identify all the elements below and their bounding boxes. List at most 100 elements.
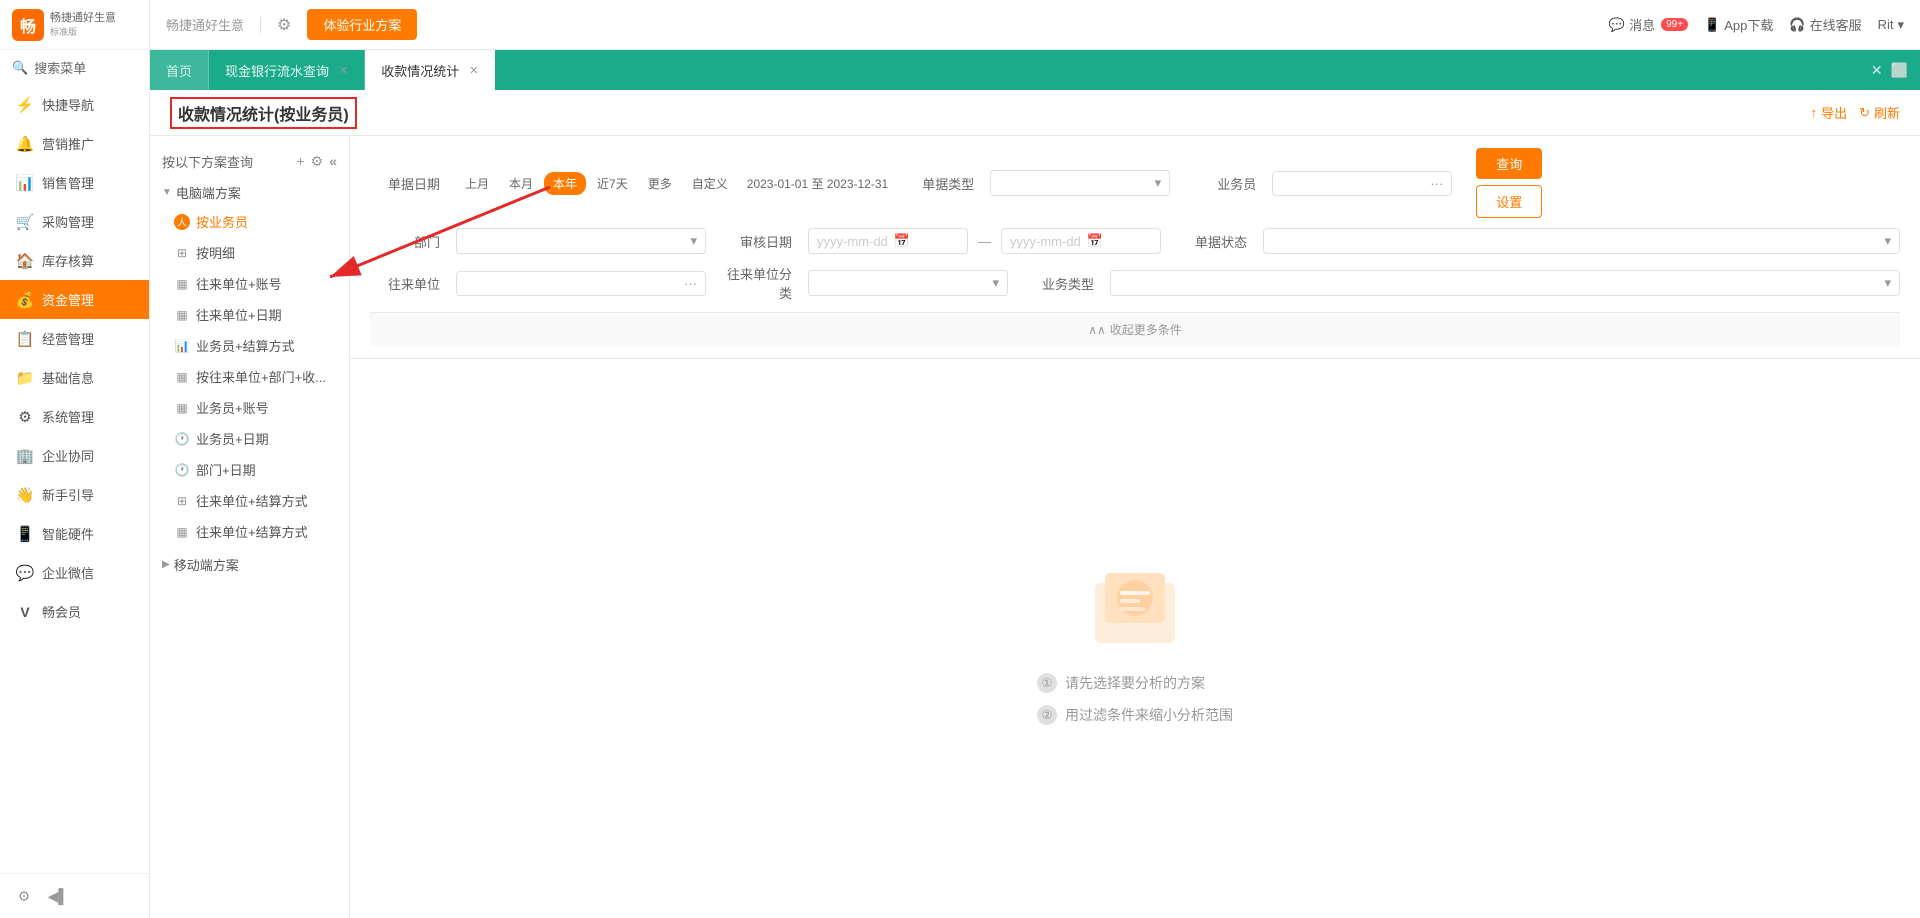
date-tab-7days[interactable]: 近7天 — [588, 172, 637, 195]
sidebar-item-guide[interactable]: 👋 新手引导 — [0, 475, 149, 514]
trial-btn[interactable]: 体验行业方案 — [307, 9, 417, 40]
date-tab-this-month[interactable]: 本月 — [500, 172, 542, 195]
scheme-item-dept-date[interactable]: 🕐 部门+日期 — [150, 454, 349, 485]
tab-bank-close[interactable]: ✕ — [339, 64, 348, 77]
scheme-item-salesman-date[interactable]: 🕐 业务员+日期 — [150, 423, 349, 454]
settings-btn[interactable]: 设置 — [1476, 185, 1542, 218]
clock-icon-2: 🕐 — [174, 462, 190, 478]
tab-collection-close[interactable]: ✕ — [469, 64, 478, 77]
collapse-sidebar-icon[interactable]: ◀▌ — [46, 884, 70, 908]
refresh-btn[interactable]: ↻ 刷新 — [1859, 103, 1900, 122]
message-btn[interactable]: 💬 消息 99+ — [1609, 15, 1688, 34]
salesman-input[interactable]: ··· — [1272, 171, 1452, 196]
settings-bottom-icon[interactable]: ⚙ — [12, 884, 36, 908]
date-tab-more[interactable]: 更多 — [639, 172, 681, 195]
sidebar-item-finance[interactable]: 💰 资金管理 — [0, 280, 149, 319]
scheme-item-partner-settlement-1[interactable]: ⊞ 往来单位+结算方式 — [150, 485, 349, 516]
review-date-to[interactable]: yyyy-mm-dd 📅 — [1001, 228, 1161, 254]
review-date-from[interactable]: yyyy-mm-dd 📅 — [808, 228, 968, 254]
biz-type-select[interactable]: ▾ — [1110, 270, 1900, 296]
sidebar-item-label: 经营管理 — [42, 329, 94, 348]
window-close-btn[interactable]: ✕ — [1871, 62, 1883, 79]
online-service-btn[interactable]: 🎧 在线客服 — [1789, 15, 1861, 34]
user-name: Rit — [1878, 17, 1894, 32]
collapse-panel-btn[interactable]: « — [329, 153, 337, 170]
partner-category-label: 往来单位分类 — [722, 264, 792, 302]
empty-hints: ① 请先选择要分析的方案 ② 用过滤条件来缩小分析范围 — [1037, 673, 1233, 725]
date-dash: — — [974, 234, 995, 249]
date-control: 上月 本月 本年 近7天 更多 自定义 2023-01-01 至 2023-12… — [456, 172, 888, 195]
app-download-btn[interactable]: 📱 App下载 — [1704, 15, 1773, 34]
topbar-right: 💬 消息 99+ 📱 App下载 🎧 在线客服 Rit ▾ — [1609, 15, 1904, 34]
scheme-item-salesman-settlement[interactable]: 📊 业务员+结算方式 — [150, 330, 349, 361]
scheme-item-partner-account[interactable]: ▦ 往来单位+账号 — [150, 268, 349, 299]
sidebar-item-label: 智能硬件 — [42, 524, 94, 543]
sidebar-item-basic[interactable]: 📁 基础信息 — [0, 358, 149, 397]
dept-select[interactable]: ▾ — [456, 228, 706, 254]
scheme-item-partner-settlement-2[interactable]: ▦ 往来单位+结算方式 — [150, 516, 349, 547]
sidebar-item-sales[interactable]: 📊 销售管理 — [0, 163, 149, 202]
scheme-item-label: 往来单位+日期 — [196, 305, 282, 324]
tab-home-label: 首页 — [166, 61, 192, 80]
scheme-item-detail[interactable]: ⊞ 按明细 — [150, 237, 349, 268]
sidebar-item-hardware[interactable]: 📱 智能硬件 — [0, 514, 149, 553]
scheme-item-label: 业务员+日期 — [196, 429, 269, 448]
partner-input[interactable]: ··· — [456, 271, 706, 296]
add-scheme-btn[interactable]: + — [296, 153, 304, 170]
scheme-item-partner-dept[interactable]: ▦ 按往来单位+部门+收... — [150, 361, 349, 392]
guide-icon: 👋 — [16, 486, 34, 504]
member-icon: V — [16, 603, 34, 621]
date-tab-last-month[interactable]: 上月 — [456, 172, 498, 195]
scheme-item-partner-date[interactable]: ▦ 往来单位+日期 — [150, 299, 349, 330]
tab-home[interactable]: 首页 — [150, 50, 209, 90]
sidebar-item-label: 企业微信 — [42, 563, 94, 582]
partner-dots-icon[interactable]: ··· — [684, 276, 697, 291]
system-icon: ⚙ — [16, 408, 34, 426]
query-btn[interactable]: 查询 — [1476, 148, 1542, 179]
empty-illustration — [1075, 553, 1195, 653]
sidebar-item-operations[interactable]: 📋 经营管理 — [0, 319, 149, 358]
scheme-group-desktop-header[interactable]: ▼ 电脑端方案 — [150, 179, 349, 206]
sidebar-item-inventory[interactable]: 🏠 库存核算 — [0, 241, 149, 280]
content-area: 按以下方案查询 + ⚙ « ▼ 电脑端方案 人 按业务员 ⊞ — [150, 136, 1920, 918]
partner-category-select[interactable]: ▾ — [808, 270, 1008, 296]
settings-scheme-btn[interactable]: ⚙ — [311, 153, 324, 170]
salesman-label: 业务员 — [1186, 174, 1256, 193]
tab-bank[interactable]: 现金银行流水查询 ✕ — [209, 50, 365, 90]
sidebar-item-purchase[interactable]: 🛒 采购管理 — [0, 202, 149, 241]
quick-nav-icon: ⚡ — [16, 96, 34, 114]
tab-collection[interactable]: 收款情况统计 ✕ — [365, 50, 495, 90]
window-maximize-btn[interactable]: ⬜ — [1891, 62, 1908, 79]
sidebar-item-member[interactable]: V 畅会员 — [0, 592, 149, 631]
filter-row-3: 往来单位 ··· 往来单位分类 ▾ 业务类型 ▾ — [370, 264, 1900, 302]
calendar-to-icon: 📅 — [1087, 233, 1103, 249]
sidebar-item-corp[interactable]: 🏢 企业协同 — [0, 436, 149, 475]
export-btn[interactable]: ↑ 导出 — [1811, 103, 1848, 122]
date-tab-custom[interactable]: 自定义 — [683, 172, 737, 195]
doc-type-arrow-icon: ▾ — [1155, 175, 1162, 191]
sidebar-item-quick-nav[interactable]: ⚡ 快捷导航 — [0, 85, 149, 124]
topbar-gear-btn[interactable]: ⚙ — [277, 15, 291, 35]
topbar-divider — [260, 17, 261, 33]
salesman-dots-icon[interactable]: ··· — [1430, 176, 1443, 191]
sidebar-item-system[interactable]: ⚙ 系统管理 — [0, 397, 149, 436]
sidebar-item-marketing[interactable]: 🔔 营销推广 — [0, 124, 149, 163]
collapse-bar[interactable]: ∧∧ 收起更多条件 — [370, 312, 1900, 346]
scheme-group-mobile-label: 移动端方案 — [174, 555, 239, 574]
scheme-item-salesman-account[interactable]: ▦ 业务员+账号 — [150, 392, 349, 423]
doc-status-select[interactable]: ▾ — [1263, 228, 1900, 254]
hint-text-1: 请先选择要分析的方案 — [1065, 673, 1205, 693]
doc-type-select[interactable]: ▾ — [990, 170, 1170, 196]
sidebar-item-wechat[interactable]: 💬 企业微信 — [0, 553, 149, 592]
user-avatar[interactable]: Rit ▾ — [1878, 17, 1904, 33]
date-tab-this-year[interactable]: 本年 — [544, 172, 586, 195]
tabbar: 首页 现金银行流水查询 ✕ 收款情况统计 ✕ ✕ ⬜ — [150, 50, 1920, 90]
table-icon-1: ▦ — [174, 276, 190, 292]
sidebar-item-label: 基础信息 — [42, 368, 94, 387]
doc-status-arrow-icon: ▾ — [1884, 233, 1891, 249]
search-menu[interactable]: 🔍 搜索菜单 — [0, 50, 149, 85]
left-panel-title: 按以下方案查询 — [162, 152, 253, 171]
filter-row-1: 单据日期 上月 本月 本年 近7天 更多 自定义 2023-01-01 至 20… — [370, 148, 1900, 218]
scheme-group-mobile-header[interactable]: ▶ 移动端方案 — [150, 551, 349, 578]
scheme-item-by-salesman[interactable]: 人 按业务员 — [150, 206, 349, 237]
